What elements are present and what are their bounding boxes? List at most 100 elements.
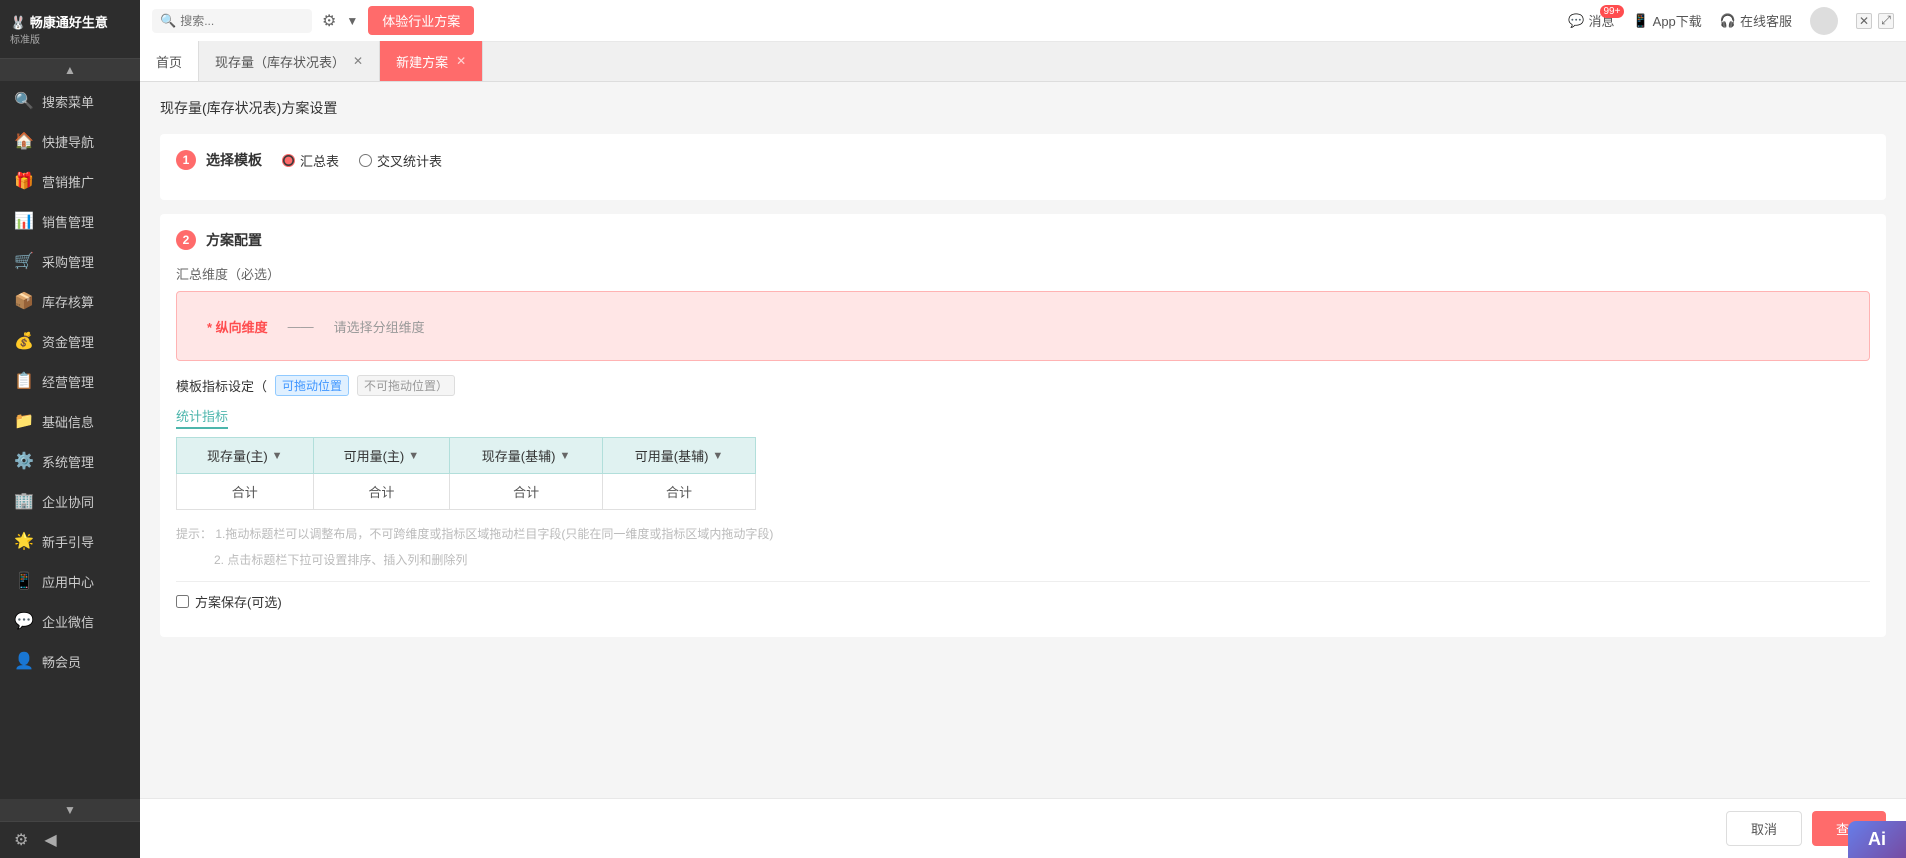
col-header-label-3: 可用量(基辅) xyxy=(635,446,709,465)
tip-text-1: 2. 点击标题栏下拉可设置排序、插入列和删除列 xyxy=(214,553,467,567)
radio-cross[interactable]: 交叉统计表 xyxy=(359,151,442,170)
messages-badge: 99+ xyxy=(1600,5,1625,18)
operations-icon: 📋 xyxy=(14,371,34,391)
sidebar-label-basic-info: 基础信息 xyxy=(42,412,94,431)
sidebar-item-enterprise[interactable]: 🏢 企业协同 xyxy=(0,481,140,521)
online-support-label: 在线客服 xyxy=(1740,11,1792,30)
topbar-right: 💬 消息 99+ 📱 App下载 🎧 在线客服 ✕ ⤢ xyxy=(1568,7,1894,35)
step1-badge: 1 xyxy=(176,150,196,170)
sidebar-item-app-center[interactable]: 📱 应用中心 xyxy=(0,561,140,601)
drag-position-badge: 可拖动位置 xyxy=(275,375,349,396)
save-option-label: 方案保存(可选) xyxy=(195,592,282,611)
stats-table: 现存量(主) ▼ 可用量(主) ▼ xyxy=(176,437,756,510)
sidebar-item-enterprise-wechat[interactable]: 💬 企业微信 xyxy=(0,601,140,641)
topbar: 🔍 ⚙ ▼ 体验行业方案 💬 消息 99+ 📱 App下载 🎧 在线客服 ✕ xyxy=(140,0,1906,42)
sidebar-item-member[interactable]: 👤 畅会员 xyxy=(0,641,140,681)
logo-icon: 🐰 xyxy=(10,15,26,30)
dimension-box[interactable]: * 纵向维度 —— 请选择分组维度 xyxy=(176,291,1870,361)
col-header-label-1: 可用量(主) xyxy=(344,446,405,465)
sidebar-item-inventory[interactable]: 📦 库存核算 xyxy=(0,281,140,321)
app-center-icon: 📱 xyxy=(14,571,34,591)
tab-home[interactable]: 首页 xyxy=(140,41,199,81)
close-window-button[interactable]: ✕ xyxy=(1856,13,1872,29)
col-header-1[interactable]: 可用量(主) ▼ xyxy=(313,438,450,474)
radio-cross-input[interactable] xyxy=(359,154,372,167)
dim-placeholder: 请选择分组维度 xyxy=(334,317,425,336)
dropdown-arrow-icon[interactable]: ▼ xyxy=(346,14,358,28)
sidebar-label-finance: 资金管理 xyxy=(42,332,94,351)
purchase-icon: 🛒 xyxy=(14,251,34,271)
search-box[interactable]: 🔍 xyxy=(152,9,312,33)
sidebar-label-app-center: 应用中心 xyxy=(42,572,94,591)
enterprise-icon: 🏢 xyxy=(14,491,34,511)
app-name: 畅康通好生意 xyxy=(30,15,108,30)
quick-nav-icon: 🏠 xyxy=(14,131,34,151)
sidebar-scroll-up[interactable]: ▲ xyxy=(0,59,140,81)
col-dropdown-0[interactable]: 现存量(主) ▼ xyxy=(207,446,283,465)
sidebar-collapse-icon[interactable]: ◀ xyxy=(44,830,56,850)
indicator-label: 模板指标设定（ 可拖动位置 不可拖动位置） xyxy=(176,375,1870,396)
col-header-3[interactable]: 可用量(基辅) ▼ xyxy=(603,438,756,474)
col-dropdown-2[interactable]: 现存量(基辅) ▼ xyxy=(482,446,571,465)
step2-badge: 2 xyxy=(176,230,196,250)
tip-1: 2. 点击标题栏下拉可设置排序、插入列和删除列 xyxy=(176,550,1870,572)
sidebar-item-new-guide[interactable]: 🌟 新手引导 xyxy=(0,521,140,561)
trial-button[interactable]: 体验行业方案 xyxy=(368,6,474,35)
stats-section-label: 统计指标 xyxy=(176,406,228,429)
headset-icon: 🎧 xyxy=(1720,13,1736,29)
new-guide-icon: 🌟 xyxy=(14,531,34,551)
search-icon: 🔍 xyxy=(160,13,176,29)
sidebar-item-marketing[interactable]: 🎁 营销推广 xyxy=(0,161,140,201)
dim-required-label: 汇总维度（必选） xyxy=(176,264,1870,283)
user-avatar[interactable] xyxy=(1810,7,1838,35)
app-edition: 标准版 xyxy=(10,35,40,46)
main-area: 🔍 ⚙ ▼ 体验行业方案 💬 消息 99+ 📱 App下载 🎧 在线客服 ✕ xyxy=(140,0,1906,858)
page-title: 现存量(库存状况表)方案设置 xyxy=(160,98,1886,118)
radio-summary[interactable]: 汇总表 xyxy=(282,151,339,170)
sidebar-label-inventory: 库存核算 xyxy=(42,292,94,311)
col-header-label-0: 现存量(主) xyxy=(207,446,268,465)
dim-divider: —— xyxy=(288,319,314,334)
step1-header: 1 选择模板 汇总表 交叉统计表 xyxy=(176,150,1870,170)
gear-icon[interactable]: ⚙ xyxy=(322,11,336,31)
search-input[interactable] xyxy=(180,14,300,28)
tab-new-plan-close[interactable]: ✕ xyxy=(456,54,466,68)
ai-badge[interactable]: Ai xyxy=(1848,821,1906,858)
indicator-settings: 模板指标设定（ 可拖动位置 不可拖动位置） 统计指标 现存量(主) ▼ xyxy=(176,375,1870,571)
sidebar-scroll-down[interactable]: ▼ xyxy=(0,799,140,821)
sidebar-item-finance[interactable]: 💰 资金管理 xyxy=(0,321,140,361)
cancel-button[interactable]: 取消 xyxy=(1726,811,1802,846)
sidebar-settings-icon[interactable]: ⚙ xyxy=(14,830,28,850)
sidebar-item-system[interactable]: ⚙️ 系统管理 xyxy=(0,441,140,481)
online-support-button[interactable]: 🎧 在线客服 xyxy=(1720,11,1792,30)
radio-summary-input[interactable] xyxy=(282,154,295,167)
col-header-0[interactable]: 现存量(主) ▼ xyxy=(177,438,314,474)
sidebar-label-marketing: 营销推广 xyxy=(42,172,94,191)
sidebar-item-basic-info[interactable]: 📁 基础信息 xyxy=(0,401,140,441)
member-icon: 👤 xyxy=(14,651,34,671)
col-dropdown-1[interactable]: 可用量(主) ▼ xyxy=(344,446,420,465)
sidebar-item-sales[interactable]: 📊 销售管理 xyxy=(0,201,140,241)
step1-title: 选择模板 xyxy=(206,150,262,170)
sidebar-nav: 🔍 搜索菜单 🏠 快捷导航 🎁 营销推广 📊 销售管理 🛒 采购管理 📦 库存核… xyxy=(0,81,140,799)
col-header-label-2: 现存量(基辅) xyxy=(482,446,556,465)
sidebar-label-system: 系统管理 xyxy=(42,452,94,471)
sidebar-item-quick-nav[interactable]: 🏠 快捷导航 xyxy=(0,121,140,161)
system-icon: ⚙️ xyxy=(14,451,34,471)
step2-header: 2 方案配置 xyxy=(176,230,1870,250)
save-checkbox[interactable] xyxy=(176,595,189,608)
sidebar-item-search-menu[interactable]: 🔍 搜索菜单 xyxy=(0,81,140,121)
col-dropdown-3[interactable]: 可用量(基辅) ▼ xyxy=(635,446,724,465)
tabs-bar: 首页 现存量（库存状况表） ✕ 新建方案 ✕ xyxy=(140,42,1906,82)
tab-new-plan[interactable]: 新建方案 ✕ xyxy=(380,41,483,81)
app-download-button[interactable]: 📱 App下载 xyxy=(1632,11,1701,30)
messages-button[interactable]: 💬 消息 99+ xyxy=(1568,11,1614,30)
col-header-2[interactable]: 现存量(基辅) ▼ xyxy=(450,438,603,474)
app-download-label: App下载 xyxy=(1653,11,1702,30)
sidebar-item-operations[interactable]: 📋 经营管理 xyxy=(0,361,140,401)
tab-inventory[interactable]: 现存量（库存状况表） ✕ xyxy=(199,41,380,81)
expand-window-button[interactable]: ⤢ xyxy=(1878,13,1894,29)
sidebar-item-purchase[interactable]: 🛒 采购管理 xyxy=(0,241,140,281)
tab-inventory-close[interactable]: ✕ xyxy=(353,54,363,68)
app-logo: 🐰 畅康通好生意 标准版 xyxy=(0,0,140,59)
